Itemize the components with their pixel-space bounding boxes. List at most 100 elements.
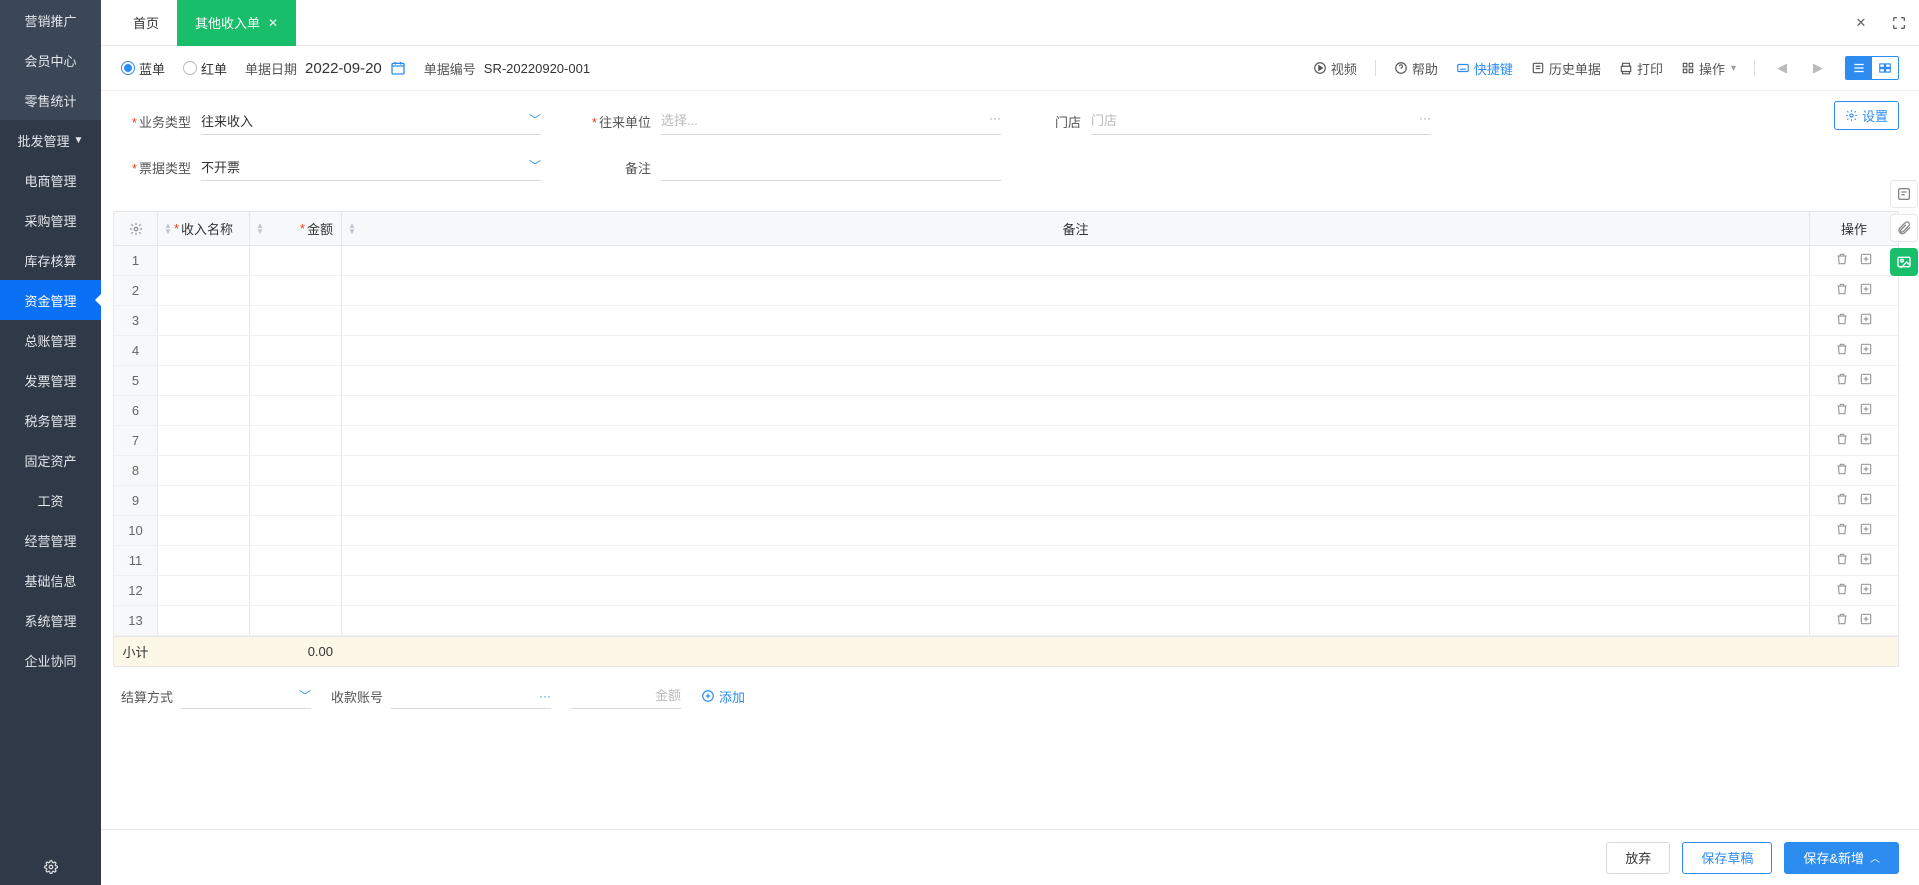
- save-add-button[interactable]: 保存&新增 ︿: [1784, 842, 1899, 874]
- cell-income-name[interactable]: [158, 366, 250, 395]
- add-row-icon[interactable]: [1859, 312, 1873, 329]
- sidebar-item-marketing[interactable]: 营销推广: [0, 0, 101, 40]
- input-value[interactable]: [661, 159, 1001, 174]
- delete-row-icon[interactable]: [1835, 552, 1849, 569]
- dock-attachment-icon[interactable]: [1890, 214, 1918, 242]
- table-body[interactable]: 12345678910111213: [114, 246, 1898, 636]
- cell-amount[interactable]: [250, 306, 342, 335]
- cell-income-name[interactable]: [158, 546, 250, 575]
- cell-income-name[interactable]: [158, 396, 250, 425]
- table-row[interactable]: 4: [114, 336, 1898, 366]
- add-row-icon[interactable]: [1859, 522, 1873, 539]
- cell-amount[interactable]: [250, 546, 342, 575]
- prev-doc-button[interactable]: ◀: [1773, 60, 1791, 76]
- delete-row-icon[interactable]: [1835, 252, 1849, 269]
- discard-button[interactable]: 放弃: [1606, 842, 1670, 874]
- cell-income-name[interactable]: [158, 306, 250, 335]
- add-row-icon[interactable]: [1859, 552, 1873, 569]
- table-row[interactable]: 11: [114, 546, 1898, 576]
- input-value[interactable]: [1091, 113, 1431, 128]
- view-list-button[interactable]: [1846, 57, 1872, 79]
- radio-red-order[interactable]: 红单: [183, 59, 227, 78]
- cell-income-name[interactable]: [158, 606, 250, 635]
- sidebar-settings[interactable]: [0, 849, 101, 885]
- delete-row-icon[interactable]: [1835, 312, 1849, 329]
- add-row-icon[interactable]: [1859, 372, 1873, 389]
- table-row[interactable]: 8: [114, 456, 1898, 486]
- cell-remark[interactable]: [342, 336, 1810, 365]
- radio-blue-order[interactable]: 蓝单: [121, 59, 165, 78]
- sidebar-item-basic-info[interactable]: 基础信息: [0, 560, 101, 600]
- add-row-icon[interactable]: [1859, 252, 1873, 269]
- cell-income-name[interactable]: [158, 516, 250, 545]
- sidebar-item-finance[interactable]: 资金管理: [0, 280, 101, 320]
- date-value[interactable]: 2022-09-20: [305, 60, 382, 77]
- add-row-icon[interactable]: [1859, 342, 1873, 359]
- cell-remark[interactable]: [342, 606, 1810, 635]
- tab-close-all-button[interactable]: ✕: [1849, 11, 1873, 35]
- cell-income-name[interactable]: [158, 426, 250, 455]
- cell-amount[interactable]: [250, 426, 342, 455]
- add-settlement-button[interactable]: 添加: [701, 687, 745, 706]
- cell-remark[interactable]: [342, 396, 1810, 425]
- history-button[interactable]: 历史单据: [1531, 59, 1601, 78]
- sidebar-item-enterprise-collab[interactable]: 企业协同: [0, 640, 101, 680]
- cell-remark[interactable]: [342, 426, 1810, 455]
- delete-row-icon[interactable]: [1835, 522, 1849, 539]
- tab-other-income[interactable]: 其他收入单 ✕: [177, 0, 296, 46]
- dock-image-icon[interactable]: [1890, 248, 1918, 276]
- sidebar-item-fixed-assets[interactable]: 固定资产: [0, 440, 101, 480]
- cell-remark[interactable]: [342, 486, 1810, 515]
- sidebar-item-tax[interactable]: 税务管理: [0, 400, 101, 440]
- th-settings[interactable]: [114, 212, 158, 245]
- sidebar-item-salary[interactable]: 工资: [0, 480, 101, 520]
- table-row[interactable]: 13: [114, 606, 1898, 636]
- input-value[interactable]: [661, 113, 1001, 128]
- delete-row-icon[interactable]: [1835, 492, 1849, 509]
- cell-amount[interactable]: [250, 516, 342, 545]
- sidebar-item-inventory[interactable]: 库存核算: [0, 240, 101, 280]
- settle-method-select[interactable]: ﹀: [181, 683, 311, 709]
- cell-remark[interactable]: [342, 306, 1810, 335]
- th-income-name[interactable]: ▲▼ *收入名称: [158, 212, 250, 245]
- cell-remark[interactable]: [342, 456, 1810, 485]
- add-row-icon[interactable]: [1859, 282, 1873, 299]
- table-row[interactable]: 7: [114, 426, 1898, 456]
- table-row[interactable]: 12: [114, 576, 1898, 606]
- cell-amount[interactable]: [250, 606, 342, 635]
- fullscreen-icon[interactable]: [1887, 11, 1911, 35]
- input-value[interactable]: [571, 688, 681, 703]
- settle-amount-input[interactable]: [571, 683, 681, 709]
- settings-button[interactable]: 设置: [1834, 101, 1899, 130]
- cell-amount[interactable]: [250, 396, 342, 425]
- store-select[interactable]: ···: [1091, 107, 1431, 135]
- video-button[interactable]: 视频: [1313, 59, 1357, 78]
- cell-income-name[interactable]: [158, 576, 250, 605]
- table-row[interactable]: 10: [114, 516, 1898, 546]
- remark-input[interactable]: [661, 153, 1001, 181]
- cell-amount[interactable]: [250, 276, 342, 305]
- cell-income-name[interactable]: [158, 456, 250, 485]
- sidebar-item-ecommerce[interactable]: 电商管理: [0, 160, 101, 200]
- add-row-icon[interactable]: [1859, 492, 1873, 509]
- close-icon[interactable]: ✕: [268, 16, 278, 30]
- delete-row-icon[interactable]: [1835, 402, 1849, 419]
- print-button[interactable]: 打印: [1619, 59, 1663, 78]
- view-card-button[interactable]: [1872, 57, 1898, 79]
- table-row[interactable]: 9: [114, 486, 1898, 516]
- delete-row-icon[interactable]: [1835, 342, 1849, 359]
- add-row-icon[interactable]: [1859, 402, 1873, 419]
- input-value[interactable]: [181, 688, 311, 703]
- more-icon[interactable]: ···: [989, 111, 1001, 125]
- cell-remark[interactable]: [342, 576, 1810, 605]
- add-row-icon[interactable]: [1859, 462, 1873, 479]
- tab-home[interactable]: 首页: [115, 0, 177, 46]
- more-icon[interactable]: ···: [539, 689, 551, 703]
- dock-template-icon[interactable]: [1890, 180, 1918, 208]
- table-row[interactable]: 5: [114, 366, 1898, 396]
- cell-amount[interactable]: [250, 246, 342, 275]
- sidebar-item-member[interactable]: 会员中心: [0, 40, 101, 80]
- delete-row-icon[interactable]: [1835, 582, 1849, 599]
- business-type-select[interactable]: ﹀: [201, 107, 541, 135]
- cell-remark[interactable]: [342, 516, 1810, 545]
